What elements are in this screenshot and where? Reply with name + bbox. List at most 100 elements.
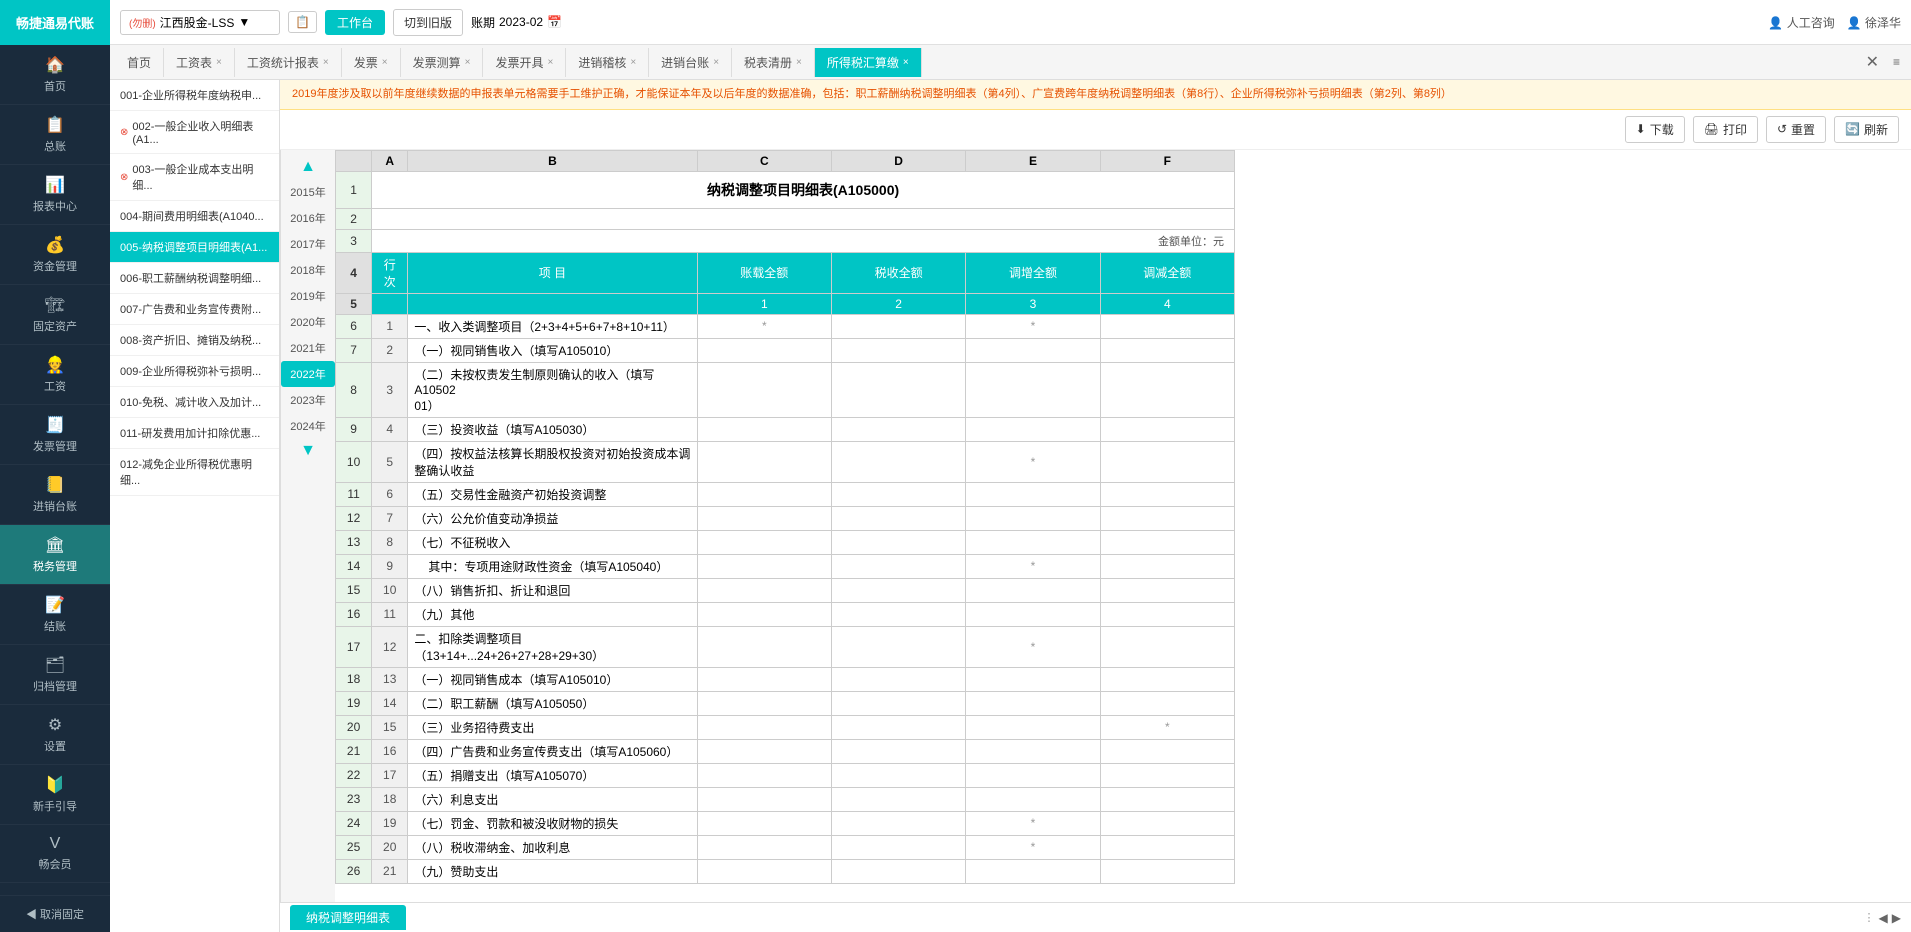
tab-tax-list[interactable]: 税表清册× — [732, 48, 815, 77]
sidebar-item-tax[interactable]: 🏛 税务管理 — [0, 525, 110, 585]
unit-row: 3 金额单位：元 — [336, 229, 1235, 252]
year-2023[interactable]: 2023年 — [281, 387, 335, 413]
year-scroll-down[interactable]: ▼ — [297, 439, 319, 463]
toolbar: ⬇ 下载 🖨 打印 ↺ 重置 🔄 刷新 — [280, 110, 1911, 150]
year-2017[interactable]: 2017年 — [281, 231, 335, 257]
tab-invoice-issue-close[interactable]: × — [547, 57, 553, 68]
year-2021[interactable]: 2021年 — [281, 335, 335, 361]
switch-old-button[interactable]: 切到旧版 — [393, 9, 463, 36]
tab-invoice-calc-close[interactable]: × — [465, 57, 471, 68]
bottom-tab-item[interactable]: 纳税调整明细表 — [290, 905, 406, 930]
left-panel-item-010[interactable]: 010-免税、减计收入及加计... — [110, 387, 279, 418]
left-panel-item-005[interactable]: 005-纳税调整项目明细表(A1... — [110, 232, 279, 263]
tabbar-close-all[interactable]: ✕ — [1858, 52, 1887, 72]
sheet-container[interactable]: A B C D E F 1 纳税调整项目明细表(A105000) — [335, 150, 1911, 903]
bottom-bar: 纳税调整明细表 ⋮ ◀ ▶ — [280, 902, 1911, 932]
reset-icon: ↺ — [1777, 122, 1787, 136]
scroll-right-btn[interactable]: ▶ — [1892, 911, 1901, 925]
tab-income-tax[interactable]: 所得税汇算缴× — [815, 48, 922, 77]
year-2016[interactable]: 2016年 — [281, 205, 335, 231]
tab-purchase-ledger-close[interactable]: × — [713, 57, 719, 68]
tab-invoice-issue[interactable]: 发票开具× — [483, 48, 566, 77]
tab-invoice-close[interactable]: × — [382, 57, 388, 68]
left-panel-item-007[interactable]: 007-广告费和业务宣传费附... — [110, 294, 279, 325]
sidebar-item-salary[interactable]: 👷 工资 — [0, 345, 110, 405]
sidebar-item-home[interactable]: 🏠 首页 — [0, 45, 110, 105]
tab-audit[interactable]: 进销稽核× — [566, 48, 649, 77]
main-area: (勿删) 江西股金-LSS ▼ 📋 工作台 切到旧版 账期 2023-02 📅 … — [110, 0, 1911, 932]
left-panel: 001-企业所得税年度纳税申... ⊗ 002-一般企业收入明细表(A1... … — [110, 80, 280, 932]
user-avatar[interactable]: 👤 徐泽华 — [1847, 14, 1901, 31]
sidebar-item-guide[interactable]: 🔰 新手引导 — [0, 765, 110, 825]
table-row: 10 5 （四）按权益法核算长期股权投资对初始投资成本调整确认收益 * — [336, 441, 1235, 482]
tabbar-menu[interactable]: ≡ — [1887, 55, 1906, 69]
print-button[interactable]: 🖨 打印 — [1693, 116, 1758, 143]
tab-home[interactable]: 首页 — [115, 48, 164, 77]
sidebar: 畅捷通易代账 🏠 首页 📋 总账 📊 报表中心 💰 资金管理 🏗 固定资产 — [0, 0, 110, 932]
left-panel-item-004[interactable]: 004-期间费用明细表(A1040... — [110, 201, 279, 232]
sidebar-item-ledger[interactable]: 📋 总账 — [0, 105, 110, 165]
tab-tax-list-close[interactable]: × — [796, 57, 802, 68]
period-label: 账期 2023-02 📅 — [471, 14, 562, 31]
left-panel-item-002[interactable]: ⊗ 002-一般企业收入明细表(A1... — [110, 111, 279, 154]
year-2022[interactable]: 2022年 — [281, 361, 335, 387]
left-panel-item-009[interactable]: 009-企业所得税弥补亏损明... — [110, 356, 279, 387]
left-panel-item-001[interactable]: 001-企业所得税年度纳税申... — [110, 80, 279, 111]
tab-salary-close[interactable]: × — [216, 57, 222, 68]
salary-icon: 👷 — [45, 355, 65, 375]
left-panel-item-003[interactable]: ⊗ 003-一般企业成本支出明细... — [110, 154, 279, 201]
empty-row-2 — [372, 208, 1235, 229]
year-2024[interactable]: 2024年 — [281, 413, 335, 439]
sidebar-item-settings[interactable]: ⚙ 设置 — [0, 705, 110, 765]
company-name: 江西股金-LSS — [160, 14, 235, 31]
workbench-button[interactable]: 工作台 — [325, 10, 385, 35]
left-panel-item-011[interactable]: 011-研发费用加计扣除优惠... — [110, 418, 279, 449]
period-value: 2023-02 — [499, 15, 543, 29]
sidebar-item-archive[interactable]: 🗂 归档管理 — [0, 645, 110, 705]
left-panel-item-008[interactable]: 008-资产折旧、摊销及纳税... — [110, 325, 279, 356]
sidebar-item-reports[interactable]: 📊 报表中心 — [0, 165, 110, 225]
header-col4: 调减全额 — [1100, 252, 1234, 293]
tab-salary[interactable]: 工资表× — [164, 48, 235, 77]
period-text: 账期 — [471, 14, 495, 31]
sidebar-label-assets: 固定资产 — [33, 318, 77, 334]
year-2018[interactable]: 2018年 — [281, 257, 335, 283]
year-2019[interactable]: 2019年 — [281, 283, 335, 309]
copy-btn[interactable]: 📋 — [288, 11, 317, 33]
year-2020[interactable]: 2020年 — [281, 309, 335, 335]
title-row-1: A B C D E F — [336, 150, 1235, 171]
left-panel-item-006[interactable]: 006-职工薪酬纳税调整明细... — [110, 263, 279, 294]
table-row: 13 8 （七）不征税收入 — [336, 530, 1235, 554]
tab-invoice[interactable]: 发票× — [342, 48, 401, 77]
refresh-button[interactable]: 🔄 刷新 — [1834, 116, 1899, 143]
sidebar-item-assets[interactable]: 🏗 固定资产 — [0, 285, 110, 345]
sidebar-item-invoice[interactable]: 🧾 发票管理 — [0, 405, 110, 465]
sidebar-item-finance[interactable]: 💰 资金管理 — [0, 225, 110, 285]
sidebar-item-vip[interactable]: V 畅会员 — [0, 825, 110, 883]
sidebar-collapse-btn[interactable]: ◀ 取消固定 — [0, 895, 110, 932]
tab-salary-report-close[interactable]: × — [323, 57, 329, 68]
company-selector[interactable]: (勿删) 江西股金-LSS ▼ — [120, 10, 280, 35]
table-row: 22 17 （五）捐赠支出（填写A105070） — [336, 763, 1235, 787]
print-icon: 🖨 — [1704, 122, 1719, 136]
topbar: (勿删) 江西股金-LSS ▼ 📋 工作台 切到旧版 账期 2023-02 📅 … — [110, 0, 1911, 45]
sidebar-item-purchase[interactable]: 📒 进销台账 — [0, 465, 110, 525]
left-panel-item-012[interactable]: 012-减免企业所得税优惠明细... — [110, 449, 279, 496]
download-button[interactable]: ⬇ 下载 — [1625, 116, 1685, 143]
calendar-icon[interactable]: 📅 — [547, 15, 562, 29]
tab-salary-report[interactable]: 工资统计报表× — [235, 48, 342, 77]
tab-invoice-calc[interactable]: 发票测算× — [401, 48, 484, 77]
tab-income-tax-close[interactable]: × — [903, 57, 909, 68]
scroll-left-btn[interactable]: ◀ — [1879, 911, 1888, 925]
home-icon: 🏠 — [45, 55, 65, 75]
tab-audit-close[interactable]: × — [630, 57, 636, 68]
sidebar-item-close[interactable]: 📝 结账 — [0, 585, 110, 645]
table-title: 纳税调整项目明细表(A105000) — [372, 171, 1235, 208]
year-scroll-up[interactable]: ▲ — [297, 155, 319, 179]
table-row: 17 12 二、扣除类调整项目（13+14+...24+26+27+28+29+… — [336, 626, 1235, 667]
year-2015[interactable]: 2015年 — [281, 179, 335, 205]
reset-button[interactable]: ↺ 重置 — [1766, 116, 1826, 143]
sidebar-label-home: 首页 — [44, 78, 66, 94]
service-btn[interactable]: 👤 人工咨询 — [1768, 14, 1834, 31]
tab-purchase-ledger[interactable]: 进销台账× — [649, 48, 732, 77]
